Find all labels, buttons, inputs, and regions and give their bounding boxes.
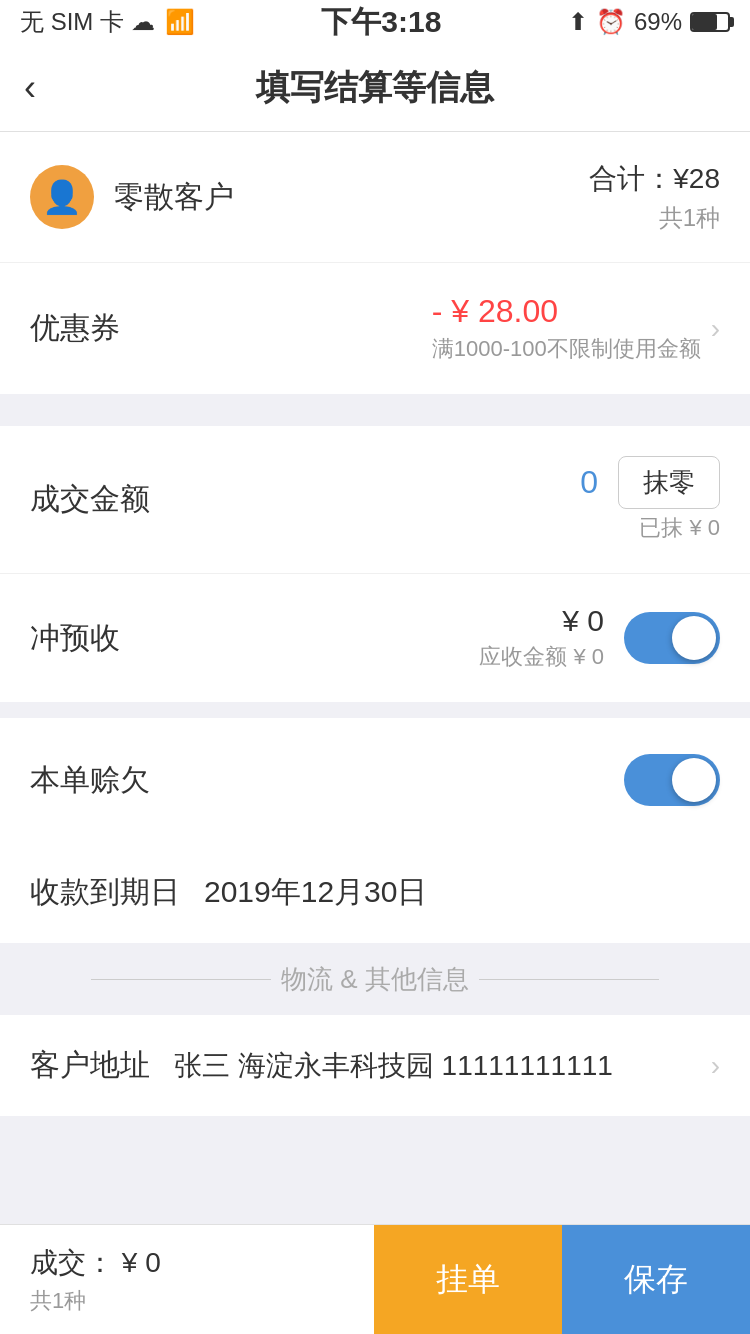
coupon-right: - ¥ 28.00 满1000-100不限制使用金额 ›	[432, 293, 720, 364]
section-divider-1	[0, 410, 750, 426]
battery-icon	[690, 12, 730, 32]
customer-card: 👤 零散客户 合计：¥28 共1种 优惠券 - ¥ 28.00 满1000-10…	[0, 132, 750, 394]
pre-amount-area: ¥ 0 应收金额 ¥ 0	[479, 604, 604, 672]
coupon-detail: - ¥ 28.00 满1000-100不限制使用金额	[432, 293, 701, 364]
logistics-text: 物流 & 其他信息	[251, 962, 499, 997]
pre-amount: ¥ 0	[479, 604, 604, 638]
back-button[interactable]: ‹	[24, 67, 36, 109]
page-title: 填写结算等信息	[256, 65, 494, 111]
status-left: 无 SIM 卡 ☁ 📶	[20, 6, 195, 38]
bottom-deal-label: 成交：	[30, 1247, 114, 1278]
bottom-deal-line: 成交： ¥ 0	[30, 1244, 344, 1282]
deal-amount-label: 成交金额	[30, 479, 150, 520]
battery-text: 69%	[634, 8, 682, 36]
pre-sub: 应收金额 ¥ 0	[479, 642, 604, 672]
deal-amount-value[interactable]: 0	[580, 464, 598, 501]
bottom-info: 成交： ¥ 0 共1种	[0, 1244, 374, 1316]
address-row[interactable]: 客户地址 张三 海淀永丰科技园 11111111111 ›	[0, 1015, 750, 1116]
debt-row: 本单赊欠	[0, 718, 750, 842]
deal-amount-row: 成交金额 0 抹零 已抹 ¥ 0	[0, 426, 750, 574]
round-zero-button[interactable]: 抹零	[618, 456, 720, 509]
logistics-divider: 物流 & 其他信息	[0, 943, 750, 1015]
debt-section: 本单赊欠 收款到期日 2019年12月30日	[0, 718, 750, 943]
bottom-deal-amount: ¥ 0	[122, 1247, 161, 1278]
content-area: 👤 零散客户 合计：¥28 共1种 优惠券 - ¥ 28.00 满1000-10…	[0, 132, 750, 1252]
customer-total: 合计：¥28 共1种	[589, 160, 720, 234]
coupon-discount: - ¥ 28.00	[432, 293, 701, 330]
status-time: 下午3:18	[321, 2, 441, 43]
status-bar: 无 SIM 卡 ☁ 📶 下午3:18 ⬆ ⏰ 69%	[0, 0, 750, 44]
total-amount: 合计：¥28	[589, 160, 720, 198]
bottom-count: 共1种	[30, 1286, 344, 1316]
toggle-knob	[672, 616, 716, 660]
customer-info: 👤 零散客户	[30, 165, 234, 229]
sim-signal: 无 SIM 卡 ☁	[20, 6, 155, 38]
pre-receive-toggle[interactable]	[624, 612, 720, 664]
save-button[interactable]: 保存	[562, 1225, 750, 1335]
chevron-right-icon: ›	[711, 313, 720, 345]
debt-toggle[interactable]	[624, 754, 720, 806]
address-value: 张三 海淀永丰科技园 11111111111	[174, 1047, 711, 1085]
debt-label: 本单赊欠	[30, 760, 150, 801]
due-date-row: 收款到期日 2019年12月30日	[0, 842, 750, 943]
section-divider-2	[0, 702, 750, 718]
customer-name: 零散客户	[114, 177, 234, 218]
debt-toggle-knob	[672, 758, 716, 802]
hold-button[interactable]: 挂单	[374, 1225, 562, 1335]
pre-receive-right: ¥ 0 应收金额 ¥ 0	[479, 604, 720, 672]
pre-receive-row: 冲预收 ¥ 0 应收金额 ¥ 0	[0, 574, 750, 702]
avatar-icon: 👤	[42, 178, 82, 216]
wifi-icon: 📶	[165, 8, 195, 36]
pre-receive-label: 冲预收	[30, 618, 120, 659]
address-label: 客户地址	[30, 1045, 150, 1086]
due-date-label: 收款到期日	[30, 872, 180, 913]
deal-amount-sub: 已抹 ¥ 0	[580, 513, 720, 543]
customer-row: 👤 零散客户 合计：¥28 共1种	[0, 132, 750, 262]
due-date-value[interactable]: 2019年12月30日	[204, 872, 427, 913]
status-right: ⬆ ⏰ 69%	[568, 8, 730, 36]
coupon-label: 优惠券	[30, 308, 120, 349]
address-section: 客户地址 张三 海淀永丰科技园 11111111111 ›	[0, 1015, 750, 1116]
coupon-row[interactable]: 优惠券 - ¥ 28.00 满1000-100不限制使用金额 ›	[0, 262, 750, 394]
total-count: 共1种	[589, 202, 720, 234]
deal-value-area: 0 抹零	[580, 456, 720, 509]
avatar: 👤	[30, 165, 94, 229]
coupon-desc: 满1000-100不限制使用金额	[432, 334, 701, 364]
location-icon: ⬆	[568, 8, 588, 36]
address-chevron-icon: ›	[711, 1050, 720, 1082]
alarm-icon: ⏰	[596, 8, 626, 36]
form-section-1: 成交金额 0 抹零 已抹 ¥ 0 冲预收 ¥ 0 应收金额 ¥ 0	[0, 426, 750, 702]
bottom-bar: 成交： ¥ 0 共1种 挂单 保存	[0, 1224, 750, 1334]
nav-bar: ‹ 填写结算等信息	[0, 44, 750, 132]
deal-amount-right: 0 抹零 已抹 ¥ 0	[580, 456, 720, 543]
